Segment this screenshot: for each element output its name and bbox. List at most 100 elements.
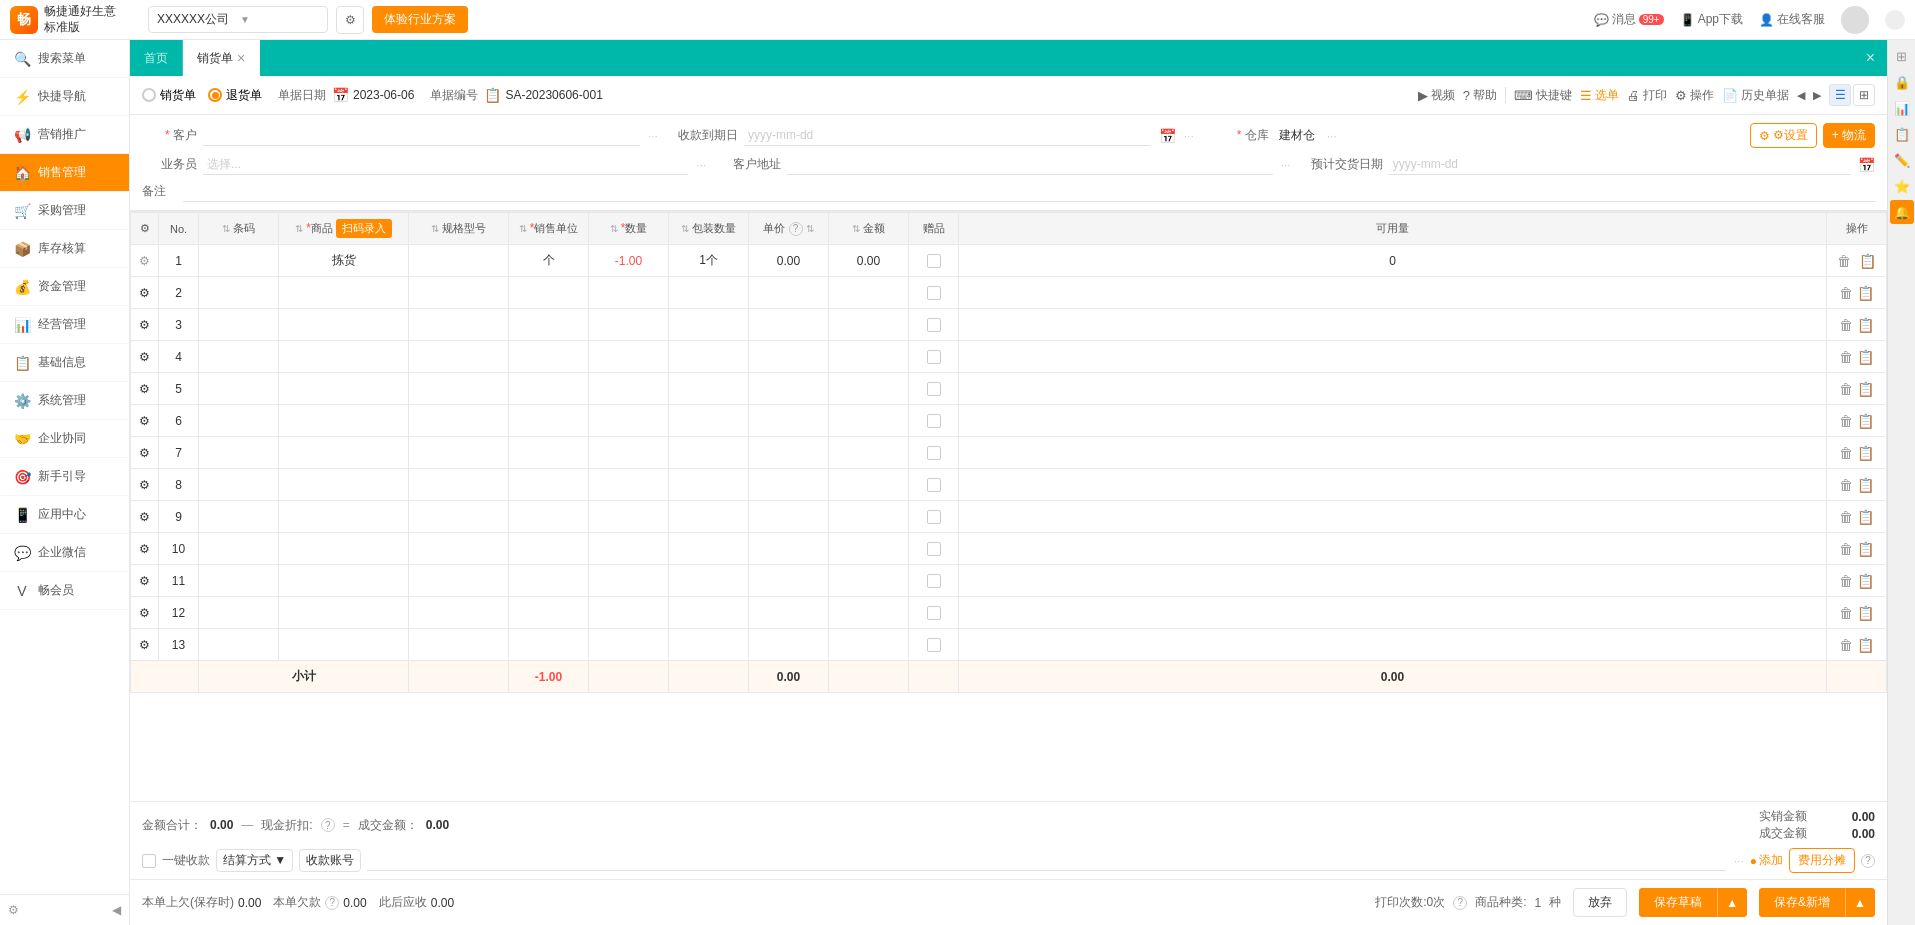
delete-row-button-1[interactable]: 🗑 [1835, 253, 1853, 269]
rp-icon-1[interactable]: ⊞ [1890, 44, 1914, 68]
company-selector[interactable]: XXXXXX公司 ▼ [148, 6, 328, 33]
fenyong-button[interactable]: 费用分摊 [1789, 848, 1855, 873]
sidebar-item-search[interactable]: 🔍 搜索菜单 [0, 40, 129, 78]
sidebar-item-app-center[interactable]: 📱 应用中心 [0, 496, 129, 534]
one-click-pay-checkbox[interactable] [142, 854, 156, 868]
payment-date-calendar-icon[interactable]: 📅 [1159, 128, 1176, 144]
owed-help-icon[interactable]: ? [325, 896, 339, 910]
scan-barcode-button[interactable]: 扫码录入 [336, 219, 392, 238]
row-config[interactable]: ⚙ [131, 533, 159, 565]
row-qty-1[interactable]: -1.00 [589, 245, 669, 277]
delete-row-button[interactable]: 🗑 [1837, 477, 1855, 493]
discard-button[interactable]: 放弃 [1573, 888, 1627, 917]
history-tool-button[interactable]: 📄 历史单据 [1722, 87, 1789, 104]
sidebar-item-finance[interactable]: 💰 资金管理 [0, 268, 129, 306]
row-config[interactable]: ⚙ [131, 629, 159, 661]
copy-row-button[interactable]: 📋 [1855, 285, 1876, 301]
copy-row-button[interactable]: 📋 [1855, 445, 1876, 461]
sidebar-item-enterprise[interactable]: 🤝 企业协同 [0, 420, 129, 458]
avatar[interactable] [1841, 6, 1869, 34]
operation-tool-button[interactable]: ⚙ 操作 [1675, 87, 1714, 104]
warehouse-picker-button[interactable]: ··· [1327, 129, 1337, 143]
copy-row-button[interactable]: 📋 [1855, 317, 1876, 333]
copy-row-button[interactable]: 📋 [1855, 605, 1876, 621]
trial-button[interactable]: 体验行业方案 [372, 6, 468, 33]
nav-right-button[interactable]: ▶ [1813, 89, 1821, 102]
payment-date-more-button[interactable]: ··· [1184, 129, 1194, 143]
list-view-button[interactable]: ☰ [1829, 84, 1851, 106]
copy-row-button[interactable]: 📋 [1855, 541, 1876, 557]
customer-addr-more-button[interactable]: ··· [1281, 158, 1291, 172]
row-config[interactable]: ⚙ [131, 501, 159, 533]
rp-icon-7[interactable]: 🔔 [1890, 200, 1914, 224]
row-pkg-qty-1[interactable]: 1个 [669, 245, 749, 277]
delete-row-button[interactable]: 🗑 [1837, 445, 1855, 461]
sidebar-item-sales[interactable]: 🏠 销售管理 [0, 154, 129, 192]
radio-sale[interactable]: 销货单 [142, 87, 196, 104]
avatar-dropdown[interactable] [1885, 10, 1905, 30]
copy-row-button-1[interactable]: 📋 [1857, 253, 1878, 269]
rp-icon-2[interactable]: 🔒 [1890, 70, 1914, 94]
app-download-button[interactable]: 📱 App下载 [1680, 11, 1743, 28]
row-amount-1[interactable]: 0.00 [829, 245, 909, 277]
logistics-action-button[interactable]: + 物流 [1823, 123, 1875, 148]
sidebar-collapse-icon[interactable]: ◀ [112, 903, 121, 917]
copy-row-button[interactable]: 📋 [1855, 477, 1876, 493]
sidebar-item-corp-wechat[interactable]: 💬 企业微信 [0, 534, 129, 572]
delete-row-button[interactable]: 🗑 [1837, 317, 1855, 333]
row-spec-1[interactable] [409, 245, 509, 277]
sidebar-item-system[interactable]: ⚙️ 系统管理 [0, 382, 129, 420]
grid-view-button[interactable]: ⊞ [1853, 84, 1875, 106]
save-new-button[interactable]: 保存&新增 [1759, 888, 1845, 917]
rp-icon-4[interactable]: 📋 [1890, 122, 1914, 146]
delivery-date-input[interactable] [1389, 154, 1850, 175]
delete-row-button[interactable]: 🗑 [1837, 285, 1855, 301]
copy-row-button[interactable]: 📋 [1855, 349, 1876, 365]
row-config[interactable]: ⚙ [131, 437, 159, 469]
fenyong-help-icon[interactable]: ? [1861, 854, 1875, 868]
delete-row-button[interactable]: 🗑 [1837, 381, 1855, 397]
sidebar-item-guide[interactable]: 🎯 新手引导 [0, 458, 129, 496]
rp-icon-3[interactable]: 📊 [1890, 96, 1914, 120]
sidebar-item-marketing[interactable]: 📢 营销推广 [0, 116, 129, 154]
discount-help-icon[interactable]: ? [321, 818, 335, 832]
row-config[interactable]: ⚙ [131, 469, 159, 501]
tab-home[interactable]: 首页 [130, 40, 183, 76]
sidebar-item-quick-nav[interactable]: ⚡ 快捷导航 [0, 78, 129, 116]
row-config[interactable]: ⚙ [131, 341, 159, 373]
print-tool-button[interactable]: 🖨 打印 [1627, 87, 1667, 104]
calendar-icon-date[interactable]: 📅 [332, 87, 349, 103]
add-payment-button[interactable]: ● 添加 [1750, 852, 1783, 869]
select-tool-button[interactable]: ☰ 选单 [1580, 87, 1619, 104]
nav-left-button[interactable]: ◀ [1797, 89, 1805, 102]
copy-row-button[interactable]: 📋 [1855, 509, 1876, 525]
row-config-1[interactable]: ⚙ [131, 245, 159, 277]
delete-row-button[interactable]: 🗑 [1837, 605, 1855, 621]
row-barcode-1[interactable] [199, 245, 279, 277]
video-tool-button[interactable]: ▶ 视频 [1418, 87, 1455, 104]
settings-action-button[interactable]: ⚙ ⚙设置 [1750, 123, 1817, 148]
row-unit-1[interactable]: 个 [509, 245, 589, 277]
delete-row-button[interactable]: 🗑 [1837, 349, 1855, 365]
row-config[interactable]: ⚙ [131, 565, 159, 597]
customer-picker-button[interactable]: ··· [648, 129, 658, 143]
delete-row-button[interactable]: 🗑 [1837, 637, 1855, 653]
payment-method-select[interactable]: 结算方式 ▼ [216, 849, 293, 872]
copy-row-button[interactable]: 📋 [1855, 413, 1876, 429]
tab-sales-order[interactable]: 销货单 × [183, 40, 260, 76]
sidebar-item-basic-info[interactable]: 📋 基础信息 [0, 344, 129, 382]
payment-amount-input[interactable] [367, 850, 1726, 871]
sidebar-item-operations[interactable]: 📊 经营管理 [0, 306, 129, 344]
payment-more-button[interactable]: ··· [1734, 854, 1744, 868]
company-settings-button[interactable]: ⚙ [336, 6, 364, 34]
row-gift-1[interactable] [909, 245, 959, 277]
salesperson-picker-button[interactable]: ··· [696, 158, 706, 172]
save-draft-button[interactable]: 保存草稿 [1639, 888, 1717, 917]
copy-row-button[interactable]: 📋 [1855, 573, 1876, 589]
customer-addr-input[interactable] [787, 154, 1272, 175]
row-config[interactable]: ⚙ [131, 597, 159, 629]
sidebar-item-purchase[interactable]: 🛒 采购管理 [0, 192, 129, 230]
sidebar-settings-icon[interactable]: ⚙ [8, 903, 19, 917]
row-config[interactable]: ⚙ [131, 309, 159, 341]
remarks-input[interactable] [183, 181, 1875, 202]
